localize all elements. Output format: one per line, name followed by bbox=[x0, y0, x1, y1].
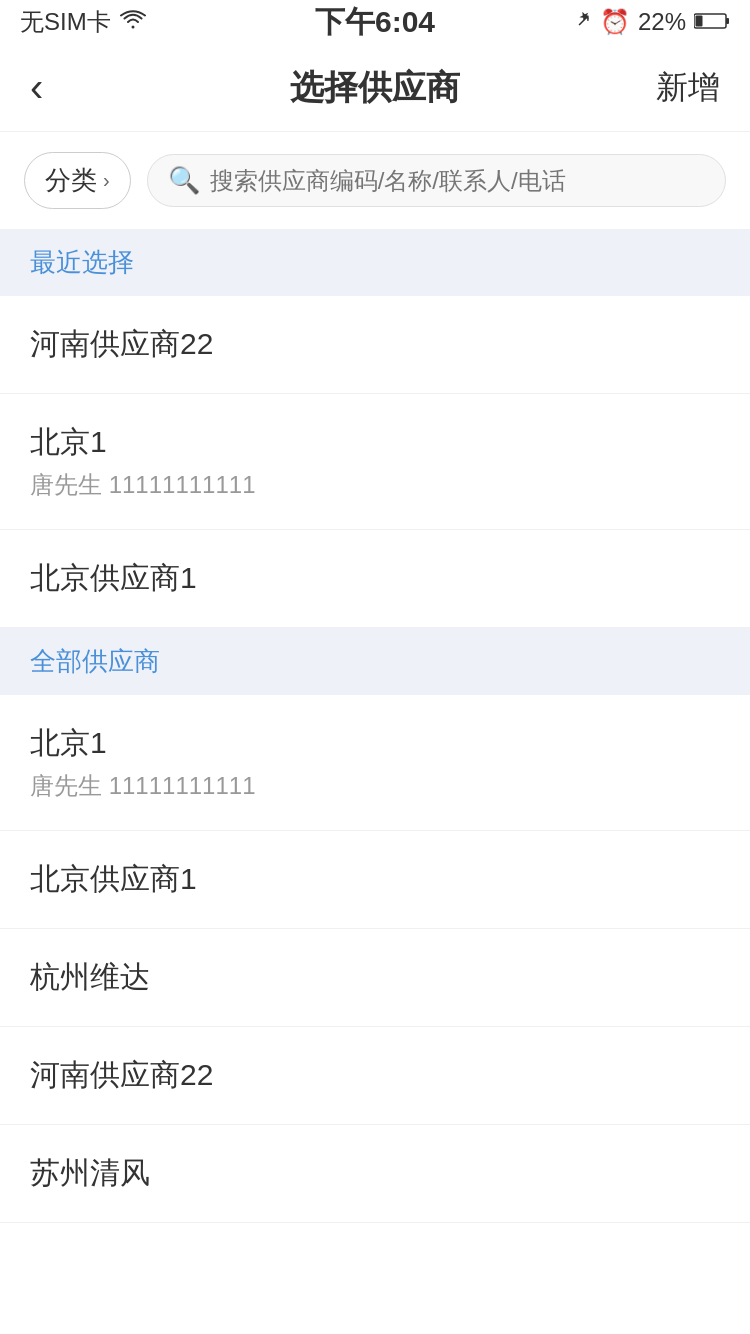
chevron-right-icon: › bbox=[103, 169, 110, 192]
wifi-icon bbox=[119, 8, 147, 36]
item-name: 北京1 bbox=[30, 723, 720, 764]
search-bar: 分类 › 🔍 bbox=[0, 132, 750, 229]
recent-section-header: 最近选择 bbox=[0, 229, 750, 296]
status-time: 下午6:04 bbox=[315, 2, 435, 43]
svg-rect-2 bbox=[726, 18, 729, 24]
all-section-header: 全部供应商 bbox=[0, 628, 750, 695]
status-right: ↗ ⏰ 22% bbox=[576, 8, 730, 36]
list-item[interactable]: 河南供应商22 bbox=[0, 296, 750, 394]
item-name: 北京供应商1 bbox=[30, 558, 720, 599]
list-item[interactable]: 苏州清风 bbox=[0, 1125, 750, 1223]
item-sub: 唐先生 11111111111 bbox=[30, 770, 720, 802]
status-left: 无SIM卡 bbox=[20, 6, 147, 38]
page-title: 选择供应商 bbox=[290, 65, 460, 111]
item-name: 河南供应商22 bbox=[30, 1055, 720, 1096]
svg-rect-3 bbox=[696, 16, 703, 27]
list-item[interactable]: 北京1 唐先生 11111111111 bbox=[0, 695, 750, 831]
list-item[interactable]: 北京供应商1 bbox=[0, 831, 750, 929]
battery-label: 22% bbox=[638, 8, 686, 36]
all-items-list: 北京1 唐先生 11111111111 北京供应商1 杭州维达河南供应商22 苏州清风 bbox=[0, 695, 750, 1223]
list-item[interactable]: 河南供应商22 bbox=[0, 1027, 750, 1125]
item-name: 河南供应商22 bbox=[30, 324, 720, 365]
battery-icon bbox=[694, 8, 730, 36]
item-sub: 唐先生 11111111111 bbox=[30, 469, 720, 501]
nav-bar: ‹ 选择供应商 新增 bbox=[0, 44, 750, 132]
category-label: 分类 bbox=[45, 163, 97, 198]
recent-items-list: 河南供应商22 北京1 唐先生 11111111111 北京供应商1 bbox=[0, 296, 750, 628]
search-icon: 🔍 bbox=[168, 165, 200, 196]
list-item[interactable]: 北京供应商1 bbox=[0, 530, 750, 628]
status-bar: 无SIM卡 下午6:04 ↗ ⏰ 22% bbox=[0, 0, 750, 44]
list-item[interactable]: 北京1 唐先生 11111111111 bbox=[0, 394, 750, 530]
item-name: 北京1 bbox=[30, 422, 720, 463]
recent-section-label: 最近选择 bbox=[30, 247, 134, 277]
back-button[interactable]: ‹ bbox=[30, 65, 90, 110]
category-filter-button[interactable]: 分类 › bbox=[24, 152, 131, 209]
item-name: 北京供应商1 bbox=[30, 859, 720, 900]
all-section-label: 全部供应商 bbox=[30, 646, 160, 676]
item-name: 杭州维达 bbox=[30, 957, 720, 998]
add-button[interactable]: 新增 bbox=[656, 66, 720, 110]
location-icon: ↗ bbox=[576, 8, 592, 36]
search-input[interactable] bbox=[210, 167, 705, 195]
item-name: 苏州清风 bbox=[30, 1153, 720, 1194]
search-input-wrapper[interactable]: 🔍 bbox=[147, 154, 726, 207]
list-item[interactable]: 杭州维达 bbox=[0, 929, 750, 1027]
carrier-label: 无SIM卡 bbox=[20, 6, 111, 38]
svg-text:↗: ↗ bbox=[576, 10, 591, 30]
alarm-icon: ⏰ bbox=[600, 8, 630, 36]
